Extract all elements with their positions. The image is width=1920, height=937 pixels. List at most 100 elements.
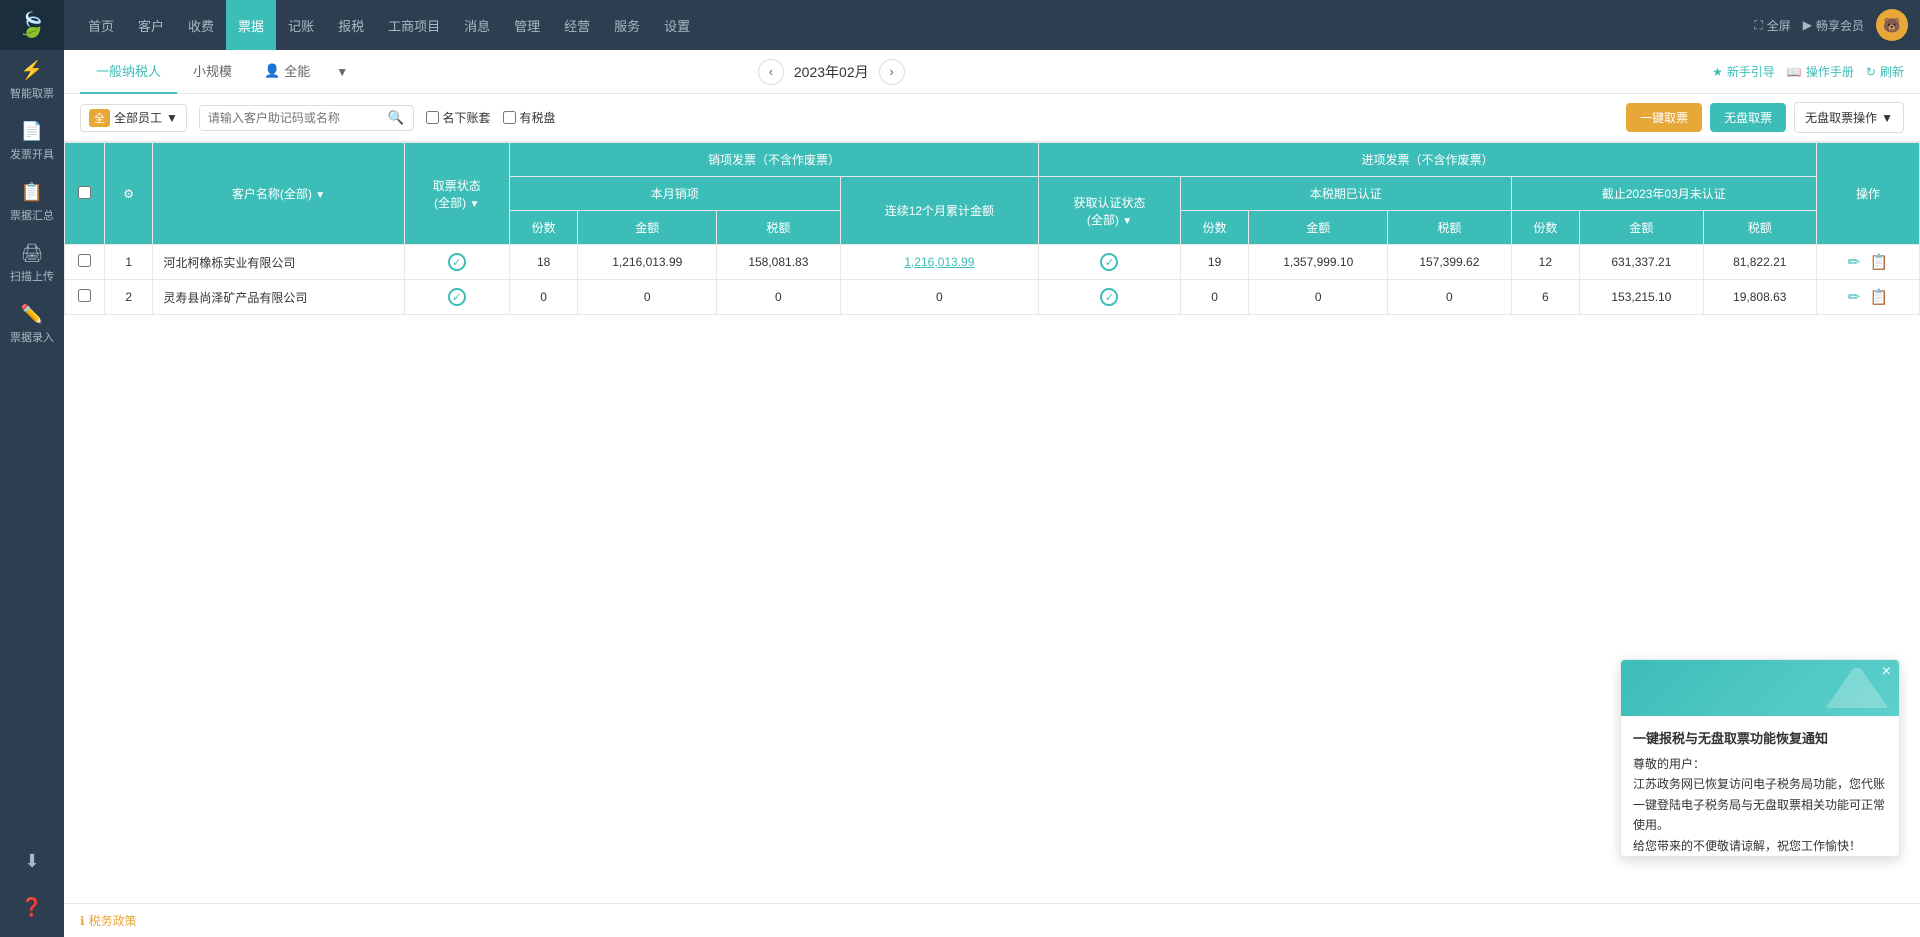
invoice-summary-icon: 📋 — [21, 182, 43, 203]
refresh-btn[interactable]: ↻ 刷新 — [1866, 63, 1904, 80]
no-disk-fetch-button[interactable]: 无盘取票 — [1710, 103, 1786, 132]
detail-icon-0[interactable]: 📋 — [1870, 254, 1889, 271]
employee-select[interactable]: 全 全部员工 ▼ — [80, 104, 187, 132]
avatar[interactable]: 🐻 — [1876, 9, 1908, 41]
cert-status-filter-icon[interactable]: ▼ — [1122, 216, 1132, 227]
search-input[interactable] — [200, 106, 380, 130]
sidebar-download[interactable]: ⬇ — [12, 841, 52, 881]
row-12m-1: 0 — [840, 280, 1039, 315]
notification-popup: × 一键报税与无盘取票功能恢复通知 尊敬的用户： 江苏政务网已恢复访问电子税务局… — [1620, 659, 1900, 857]
nav-message[interactable]: 消息 — [452, 0, 502, 50]
row-num-0: 1 — [105, 245, 153, 280]
row-actions-0: ✏ 📋 — [1816, 245, 1919, 280]
settings-icon[interactable]: ⚙ — [123, 187, 134, 201]
top-nav-right: ⛶ 全屏 ▶ 畅享会员 🐻 — [1754, 9, 1908, 41]
name-account-label: 名下账套 — [443, 109, 491, 126]
scan-upload-icon: 🖨 — [21, 243, 44, 264]
period-prev-button[interactable]: ‹ — [758, 59, 784, 85]
nav-manage[interactable]: 管理 — [502, 0, 552, 50]
sidebar-bottom: ⬇ ❓ — [0, 841, 64, 937]
cert-status-all: (全部) — [1087, 213, 1119, 227]
tax-policy-link[interactable]: ℹ 税务政策 — [80, 912, 137, 929]
tab-general-taxpayer[interactable]: 一般纳税人 — [80, 50, 177, 94]
row-checkbox-0[interactable] — [78, 254, 91, 267]
manual-label: 操作手册 — [1806, 63, 1854, 80]
member-icon: ▶ — [1803, 18, 1812, 32]
tab-nav-center: ‹ 2023年02月 › — [758, 59, 905, 85]
period-next-button[interactable]: › — [879, 59, 905, 85]
edit-icon-0[interactable]: ✏ — [1848, 254, 1861, 271]
row-until-tax-1: 19,808.63 — [1703, 280, 1816, 315]
one-click-fetch-button[interactable]: 一键取票 — [1626, 103, 1702, 132]
row-fetch-status-0: ✓ — [404, 245, 509, 280]
th-period-tax: 税额 — [1388, 211, 1511, 245]
select-all-checkbox[interactable] — [78, 186, 91, 199]
fullscreen-icon: ⛶ — [1754, 18, 1762, 33]
manual-btn[interactable]: 📖 操作手册 — [1787, 63, 1854, 80]
notification-greeting: 尊敬的用户： — [1633, 754, 1887, 774]
nav-service[interactable]: 服务 — [602, 0, 652, 50]
tab-small-scale[interactable]: 小规模 — [177, 50, 248, 94]
nav-home[interactable]: 首页 — [76, 0, 126, 50]
tab-more-button[interactable]: ▼ — [330, 50, 354, 94]
customer-col-label: 客户名称(全部) — [232, 187, 312, 201]
cert-status-text: 获取认证状态 — [1073, 196, 1145, 210]
book-icon: 📖 — [1787, 65, 1802, 79]
detail-icon-1[interactable]: 📋 — [1870, 289, 1889, 306]
tab-all[interactable]: 👤 全能 — [248, 50, 326, 94]
row-12m-0[interactable]: 1,216,013.99 — [840, 245, 1039, 280]
name-account-checkbox-label[interactable]: 名下账套 — [426, 109, 491, 126]
sidebar-item-smart-fetch[interactable]: ⚡ 智能取票 — [0, 50, 64, 111]
nav-bizitem[interactable]: 工商项目 — [376, 0, 452, 50]
issue-invoice-icon: 📄 — [21, 121, 43, 142]
member-btn[interactable]: ▶ 畅享会员 — [1803, 17, 1864, 34]
nav-customer[interactable]: 客户 — [126, 0, 176, 50]
fetch-status-icon-0: ✓ — [448, 253, 466, 271]
sidebar-item-scan-upload[interactable]: 🖨 扫描上传 — [0, 233, 64, 294]
row-until-count-0: 12 — [1511, 245, 1580, 280]
no-disk-ops-label: 无盘取票操作 — [1805, 109, 1877, 126]
row-period-amount-0: 1,357,999.10 — [1249, 245, 1388, 280]
edit-icon-1[interactable]: ✏ — [1848, 289, 1861, 306]
th-until-tax: 税额 — [1703, 211, 1816, 245]
nav-billing[interactable]: 收费 — [176, 0, 226, 50]
sidebar-item-data-entry[interactable]: ✏️ 票据录入 — [0, 294, 64, 355]
row-period-amount-1: 0 — [1249, 280, 1388, 315]
customer-filter-icon[interactable]: ▼ — [315, 190, 325, 201]
row-check-0[interactable] — [65, 245, 105, 280]
fetch-status-label: 取票状态 — [433, 179, 481, 193]
12m-link-0[interactable]: 1,216,013.99 — [904, 255, 974, 269]
name-account-checkbox[interactable] — [426, 111, 439, 124]
tax-disk-checkbox[interactable] — [503, 111, 516, 124]
nav-operation[interactable]: 经营 — [552, 0, 602, 50]
row-sales-count-1: 0 — [509, 280, 578, 315]
sidebar-item-invoice-summary[interactable]: 📋 票据汇总 — [0, 172, 64, 233]
top-nav: 首页 客户 收费 票据 记账 报税 工商项目 消息 管理 经营 服务 设置 ⛶ … — [64, 0, 1920, 50]
new-guide-label: 新手引导 — [1727, 63, 1775, 80]
nav-tax[interactable]: 报税 — [326, 0, 376, 50]
employee-tag: 全 — [89, 109, 110, 127]
member-label: 畅享会员 — [1816, 17, 1864, 34]
sidebar-item-issue-invoice[interactable]: 📄 发票开具 — [0, 111, 64, 172]
row-cert-status-0: ✓ — [1039, 245, 1181, 280]
sidebar-item-label-issue-invoice: 发票开具 — [10, 146, 54, 162]
row-until-amount-1: 153,215.10 — [1580, 280, 1703, 315]
sidebar-help[interactable]: ❓ — [12, 887, 52, 927]
row-check-1[interactable] — [65, 280, 105, 315]
fetch-status-filter-icon[interactable]: ▼ — [470, 199, 480, 210]
row-checkbox-1[interactable] — [78, 289, 91, 302]
nav-account[interactable]: 记账 — [276, 0, 326, 50]
new-guide-btn[interactable]: ★ 新手引导 — [1712, 63, 1775, 80]
period-label: 2023年02月 — [794, 62, 869, 82]
nav-invoice[interactable]: 票据 — [226, 0, 276, 50]
no-disk-ops-button[interactable]: 无盘取票操作 ▼ — [1794, 102, 1904, 133]
row-sales-tax-1: 0 — [717, 280, 840, 315]
tab-bar: 一般纳税人 小规模 👤 全能 ▼ ‹ 2023年02月 › ★ 新手引导 📖 操… — [64, 50, 1920, 94]
nav-settings[interactable]: 设置 — [652, 0, 702, 50]
cert-status-icon-1: ✓ — [1100, 288, 1118, 306]
row-actions-1: ✏ 📋 — [1816, 280, 1919, 315]
cert-status-icon-0: ✓ — [1100, 253, 1118, 271]
tax-disk-checkbox-label[interactable]: 有税盘 — [503, 109, 556, 126]
search-button[interactable]: 🔍 — [380, 106, 413, 130]
fullscreen-btn[interactable]: ⛶ 全屏 — [1754, 17, 1790, 34]
